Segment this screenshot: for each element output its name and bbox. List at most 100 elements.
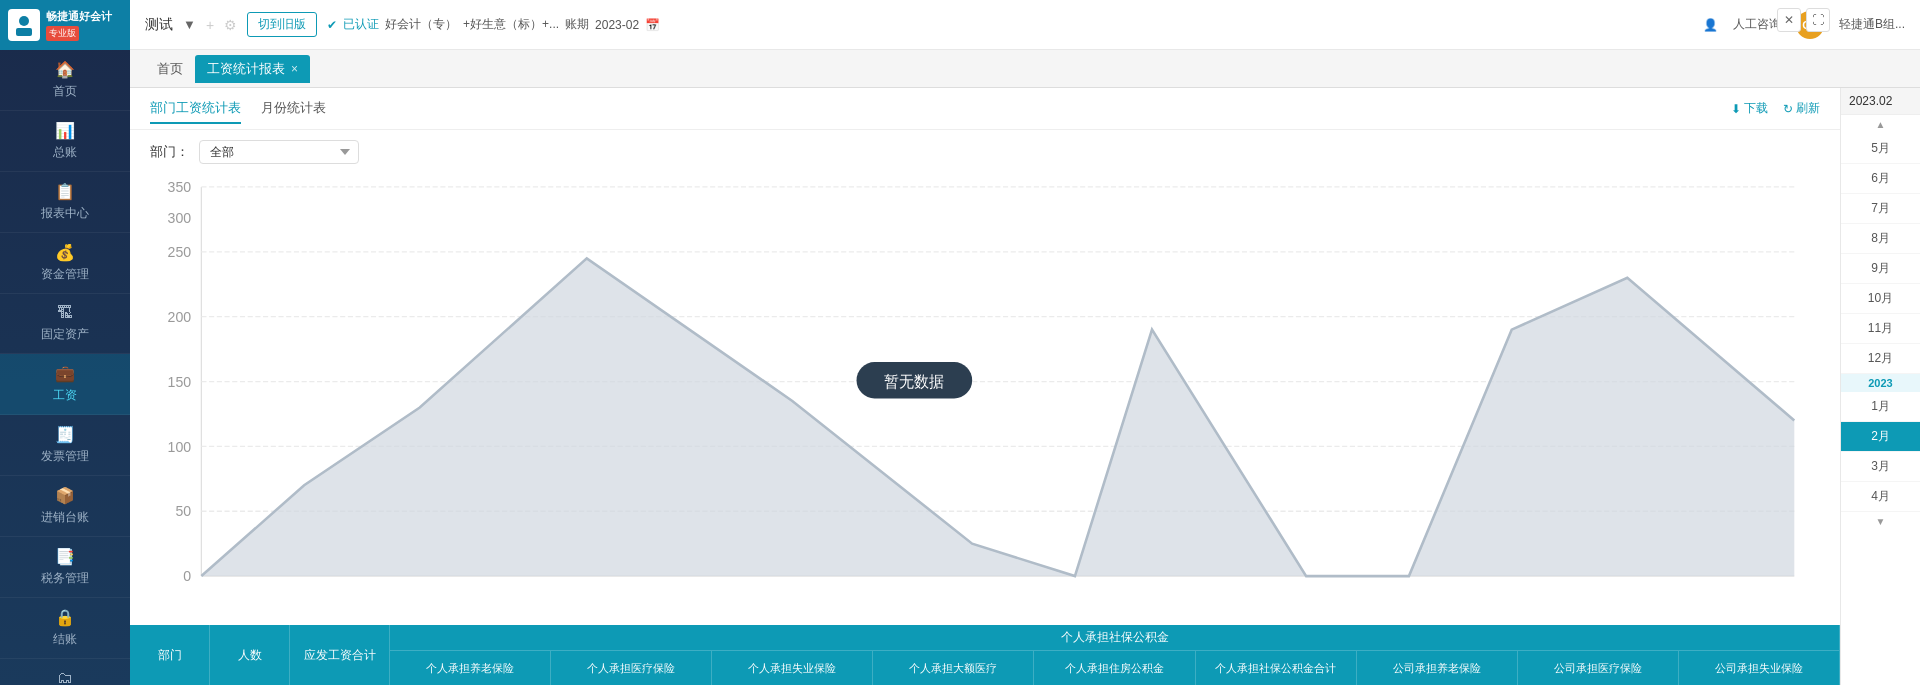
calendar-icon[interactable]: 📅 — [645, 18, 660, 32]
sub-col-housing: 个人承担住房公积金 — [1034, 651, 1195, 685]
sidebar-label-report: 报表中心 — [41, 205, 89, 222]
svg-rect-1 — [16, 28, 32, 36]
content-area: 部门工资统计表 月份统计表 ⬇ 下载 ↻ 刷新 部门： 全部 — [130, 88, 1920, 685]
tab-close-btn[interactable]: × — [291, 62, 298, 76]
sub-col-medical: 个人承担医疗保险 — [551, 651, 712, 685]
sidebar-item-salary[interactable]: 💼 工资 — [0, 354, 130, 415]
sidebar-label-invoice: 发票管理 — [41, 448, 89, 465]
subtab-actions: ⬇ 下载 ↻ 刷新 — [1731, 100, 1820, 117]
sidebar-label-salary: 工资 — [53, 387, 77, 404]
date-2023-3[interactable]: 3月 — [1841, 452, 1920, 482]
date-nav-down[interactable]: ▼ — [1841, 512, 1920, 531]
date-month-12[interactable]: 12月 — [1841, 344, 1920, 374]
subtab-dept[interactable]: 部门工资统计表 — [150, 94, 241, 124]
period-value: 2023-02 — [595, 18, 639, 32]
download-icon: ⬇ — [1731, 102, 1741, 116]
topbar-plus[interactable]: + — [206, 17, 214, 33]
sidebar-item-ledger[interactable]: 📊 总账 — [0, 111, 130, 172]
invoice-icon: 🧾 — [55, 425, 75, 444]
switch-old-btn[interactable]: 切到旧版 — [247, 12, 317, 37]
sidebar-item-assets[interactable]: 🏗 固定资产 — [0, 294, 130, 354]
main-panel: 部门工资统计表 月份统计表 ⬇ 下载 ↻ 刷新 部门： 全部 — [130, 88, 1840, 685]
svg-text:150: 150 — [168, 374, 192, 390]
subtabs: 部门工资统计表 月份统计表 ⬇ 下载 ↻ 刷新 — [130, 88, 1840, 130]
date-month-11[interactable]: 11月 — [1841, 314, 1920, 344]
subtab-month[interactable]: 月份统计表 — [261, 94, 326, 124]
sidebar-item-report[interactable]: 📋 报表中心 — [0, 172, 130, 233]
date-2023-2[interactable]: 2月 — [1841, 422, 1920, 452]
date-2023-4[interactable]: 4月 — [1841, 482, 1920, 512]
stock-icon: 📦 — [55, 486, 75, 505]
sidebar-label-assets: 固定资产 — [41, 326, 89, 343]
cert-icon: ✔ — [327, 18, 337, 32]
chart-area: 0 50 100 150 200 250 350 300 暂无数据 — [130, 174, 1840, 625]
sidebar-label-tax: 税务管理 — [41, 570, 89, 587]
table-col-total: 应发工资合计 — [290, 625, 390, 685]
tab-salary-label: 工资统计报表 — [207, 60, 285, 78]
sidebar-item-invoice[interactable]: 🧾 发票管理 — [0, 415, 130, 476]
date-month-5[interactable]: 5月 — [1841, 134, 1920, 164]
sidebar-label-close: 结账 — [53, 631, 77, 648]
topbar-gear[interactable]: ⚙ — [224, 17, 237, 33]
date-2023-1[interactable]: 1月 — [1841, 392, 1920, 422]
table-col-count: 人数 — [210, 625, 290, 685]
sidebar-item-close[interactable]: 🔒 结账 — [0, 598, 130, 659]
date-panel-header: 2023.02 — [1841, 88, 1920, 115]
sub-col-company-pension: 公司承担养老保险 — [1357, 651, 1518, 685]
topbar: 测试 ▼ + ⚙ 切到旧版 ✔ 已认证 好会计（专） +好生意（标）+... 账… — [130, 0, 1920, 50]
project-dropdown[interactable]: ▼ — [183, 17, 196, 32]
personal-group-header: 个人承担社保公积金 — [390, 625, 1840, 651]
sidebar-label-funds: 资金管理 — [41, 266, 89, 283]
sidebar-label-home: 首页 — [53, 83, 77, 100]
svg-text:350: 350 — [168, 179, 192, 195]
sub-col-company-unemp: 公司承担失业保险 — [1679, 651, 1840, 685]
bottom-table: 部门 人数 应发工资合计 个人承担社保公积金 个人承担养老保险 个人承担医疗保险… — [130, 625, 1840, 685]
status-certified: 已认证 — [343, 16, 379, 33]
sub-col-pension: 个人承担养老保险 — [390, 651, 551, 685]
date-panel: 2023.02 ▲ 5月 6月 7月 8月 9月 10月 11月 12月 202… — [1840, 88, 1920, 685]
svg-text:100: 100 — [168, 439, 192, 455]
date-month-9[interactable]: 9月 — [1841, 254, 1920, 284]
logo-badge: 专业版 — [46, 26, 79, 41]
logo-text: 畅捷通好会计 专业版 — [46, 9, 112, 41]
maximize-panel-btn[interactable]: ⛶ — [1806, 8, 1830, 32]
filter-label: 部门： — [150, 143, 189, 161]
svg-text:250: 250 — [168, 244, 192, 260]
report-icon: 📋 — [55, 182, 75, 201]
assets-icon: 🏗 — [57, 304, 73, 322]
help-btn[interactable]: 人工咨询 — [1733, 16, 1781, 33]
help-icon: 👤 — [1703, 18, 1718, 32]
personal-group-cells: 个人承担养老保险 个人承担医疗保险 个人承担失业保险 个人承担大额医疗 个人承担… — [390, 651, 1840, 685]
date-month-6[interactable]: 6月 — [1841, 164, 1920, 194]
sidebar-item-archive[interactable]: 🗂 归档管理 — [0, 659, 130, 685]
tabbar: 首页 工资统计报表 × ✕ ⛶ — [130, 50, 1920, 88]
svg-marker-18 — [201, 258, 1794, 576]
date-month-10[interactable]: 10月 — [1841, 284, 1920, 314]
ledger-icon: 📊 — [55, 121, 75, 140]
sidebar-item-tax[interactable]: 📑 税务管理 — [0, 537, 130, 598]
sidebar-item-home[interactable]: 🏠 首页 — [0, 50, 130, 111]
refresh-btn[interactable]: ↻ 刷新 — [1783, 100, 1820, 117]
user-name[interactable]: 轻捷通B组... — [1839, 16, 1905, 33]
date-month-8[interactable]: 8月 — [1841, 224, 1920, 254]
chart-svg: 0 50 100 150 200 250 350 300 暂无数据 — [150, 174, 1820, 615]
download-btn[interactable]: ⬇ 下载 — [1731, 100, 1768, 117]
table-col-personal-group: 个人承担社保公积金 个人承担养老保险 个人承担医疗保险 个人承担失业保险 个人承… — [390, 625, 1840, 685]
dept-select[interactable]: 全部 财务部 销售部 研发部 — [199, 140, 359, 164]
sub-col-bigmedical: 个人承担大额医疗 — [873, 651, 1034, 685]
status-tags: +好生意（标）+... — [463, 16, 559, 33]
close-panel-btn[interactable]: ✕ — [1777, 8, 1801, 32]
topbar-status: ✔ 已认证 好会计（专） +好生意（标）+... 账期 2023-02 📅 — [327, 16, 660, 33]
sidebar-item-stock[interactable]: 📦 进销台账 — [0, 476, 130, 537]
svg-text:暂无数据: 暂无数据 — [884, 373, 944, 390]
filterbar: 部门： 全部 财务部 销售部 研发部 — [130, 130, 1840, 174]
date-nav-up[interactable]: ▲ — [1841, 115, 1920, 134]
tab-salary-report[interactable]: 工资统计报表 × — [195, 55, 310, 83]
home-icon: 🏠 — [55, 60, 75, 79]
sidebar-item-funds[interactable]: 💰 资金管理 — [0, 233, 130, 294]
status-type: 好会计（专） — [385, 16, 457, 33]
date-month-7[interactable]: 7月 — [1841, 194, 1920, 224]
project-name: 测试 — [145, 16, 173, 34]
tab-home[interactable]: 首页 — [145, 55, 195, 83]
table-col-dept: 部门 — [130, 625, 210, 685]
